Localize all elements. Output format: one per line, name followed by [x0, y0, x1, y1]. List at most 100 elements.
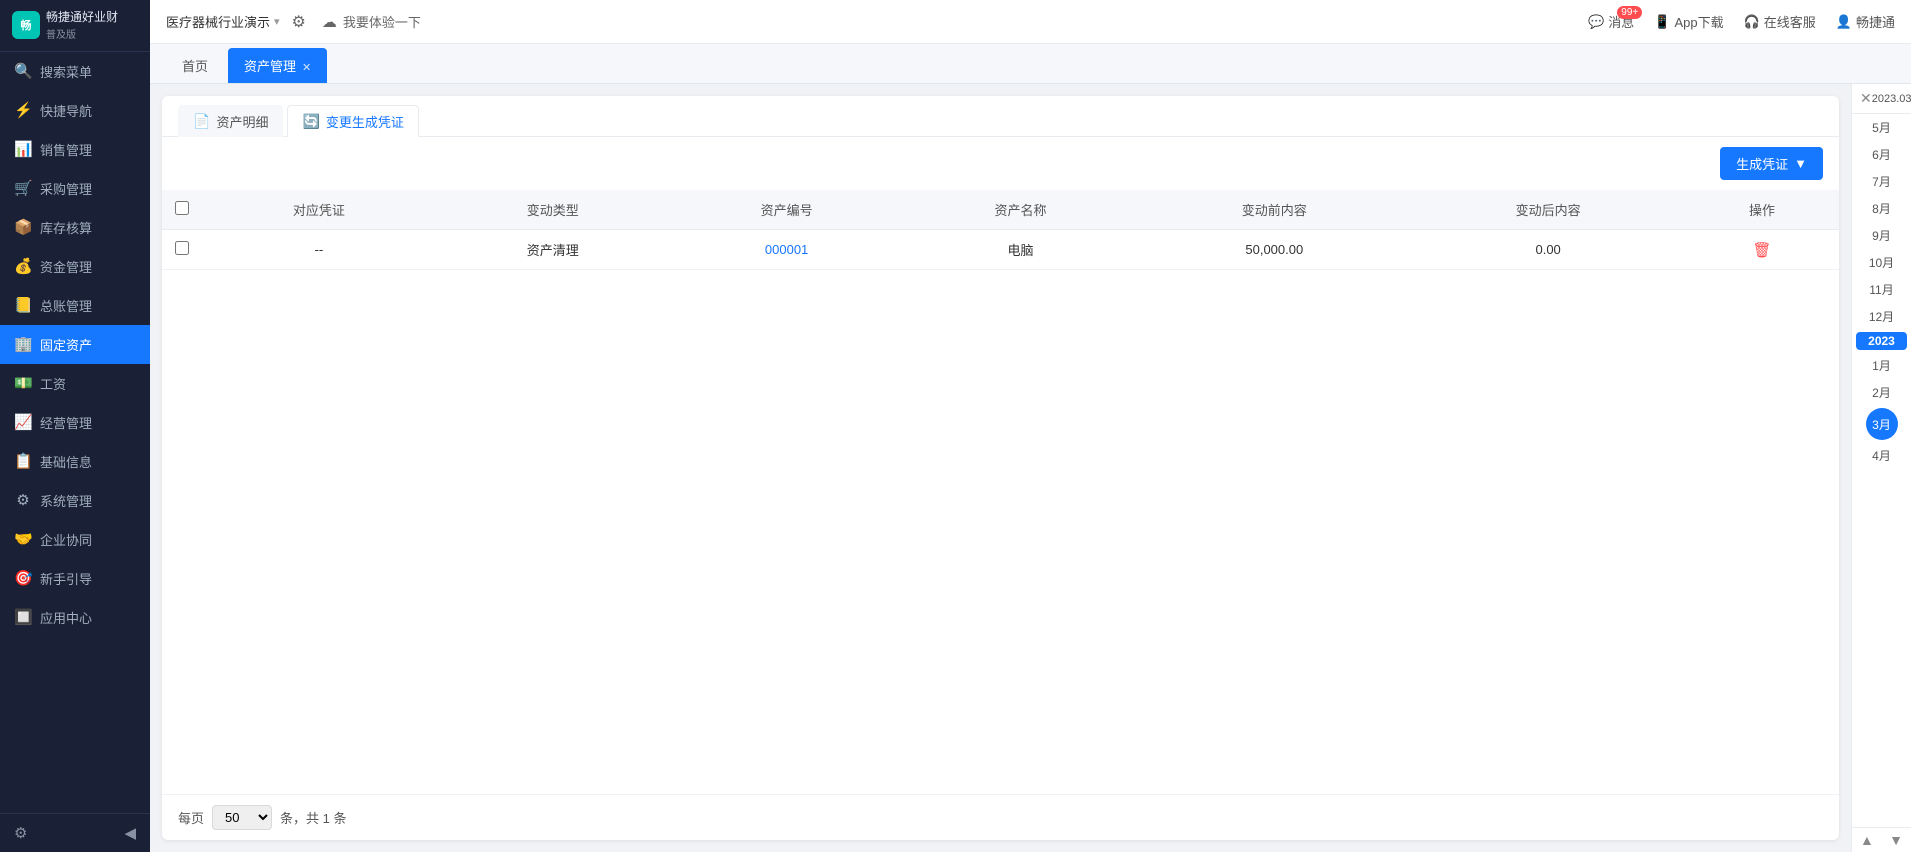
th-asset-name: 资产名称: [904, 190, 1138, 230]
ledger-icon: 📒: [14, 296, 32, 314]
tab-label: 首页: [182, 59, 208, 74]
tab-label: 资产管理: [244, 59, 296, 74]
sidebar-logo: 畅 畅捷通好业财 普及版: [0, 0, 150, 52]
month-item[interactable]: 5月: [1852, 114, 1911, 141]
row-action: 🗑: [1685, 230, 1839, 270]
sidebar-item-inventory[interactable]: 📦库存核算: [0, 208, 150, 247]
month-item[interactable]: 4月: [1852, 442, 1911, 469]
th-checkbox: [162, 190, 202, 230]
sub-tab-asset-detail[interactable]: 📄资产明细: [178, 105, 283, 137]
topbar-right: 💬 消息 99+ 📱 App下载 🎧 在线客服 👤 畅捷通: [1588, 12, 1895, 31]
delete-button[interactable]: 🗑: [1753, 241, 1772, 259]
table-container: 对应凭证 变动类型 资产编号 资产名称 变动前内容 变动后内容 操作 -- 资产…: [162, 190, 1839, 794]
messages-badge: 99+: [1617, 6, 1642, 19]
messages-button[interactable]: 💬 消息 99+: [1588, 12, 1634, 31]
row-checkbox-cell: [162, 230, 202, 270]
payroll-icon: 💵: [14, 374, 32, 392]
month-item[interactable]: 2月: [1852, 379, 1911, 406]
total-label: 条，共 1 条: [280, 808, 346, 827]
month-item[interactable]: 8月: [1852, 195, 1911, 222]
quicknav-icon: ⚡: [14, 101, 32, 119]
per-page-select[interactable]: 102050100: [212, 805, 272, 830]
purchase-icon: 🛒: [14, 179, 32, 197]
month-item[interactable]: 3月: [1866, 408, 1898, 440]
sidebar-item-guide[interactable]: 🎯新手引导: [0, 559, 150, 598]
sidebar-item-payroll[interactable]: 💵工资: [0, 364, 150, 403]
funds-icon: 💰: [14, 257, 32, 275]
cloud-icon: ☁: [322, 13, 337, 31]
settings-icon[interactable]: ⚙: [14, 824, 27, 842]
support-icon: 🎧: [1744, 14, 1760, 30]
sales-icon: 📊: [14, 140, 32, 158]
sidebar-item-label: 固定资产: [40, 335, 92, 354]
th-after-change: 变动后内容: [1411, 190, 1685, 230]
row-asset-name: 电脑: [904, 230, 1138, 270]
table-header-row: 对应凭证 变动类型 资产编号 资产名称 变动前内容 变动后内容 操作: [162, 190, 1839, 230]
right-panel-close-icon[interactable]: ✕: [1860, 90, 1872, 107]
month-item[interactable]: 1月: [1852, 352, 1911, 379]
app-logo-text: 畅捷通好业财 普及版: [46, 10, 118, 41]
row-checkbox[interactable]: [175, 241, 189, 255]
sidebar-item-label: 应用中心: [40, 608, 92, 627]
support-button[interactable]: 🎧 在线客服: [1744, 12, 1816, 31]
change-voucher-table: 对应凭证 变动类型 资产编号 资产名称 变动前内容 变动后内容 操作 -- 资产…: [162, 190, 1839, 270]
experience-button[interactable]: ☁ 我要体验一下: [322, 12, 421, 31]
year-marker[interactable]: 2023: [1856, 332, 1907, 350]
sidebar-item-label: 采购管理: [40, 179, 92, 198]
app-download-button[interactable]: 📱 App下载: [1654, 12, 1723, 31]
month-item[interactable]: 7月: [1852, 168, 1911, 195]
sidebar-item-ledger[interactable]: 📒 总账管理: [0, 286, 150, 325]
sidebar-item-system[interactable]: ⚙系统管理: [0, 481, 150, 520]
search-icon: 🔍: [14, 62, 32, 80]
tab-asset-management[interactable]: 资产管理 ✕: [228, 48, 327, 83]
sidebar-item-fixed-assets[interactable]: 🏢固定资产: [0, 325, 150, 364]
topbar-settings-icon[interactable]: ⚙: [292, 12, 306, 32]
generate-voucher-button[interactable]: 生成凭证 ▼: [1720, 147, 1823, 180]
month-item[interactable]: 11月: [1852, 276, 1911, 303]
basic-info-icon: 📋: [14, 452, 32, 470]
generate-voucher-label: 生成凭证: [1736, 154, 1788, 173]
change-voucher-icon: 🔄: [302, 113, 319, 130]
sidebar-item-purchase[interactable]: 🛒 采购管理: [0, 169, 150, 208]
sidebar-item-label: 资金管理: [40, 257, 92, 276]
generate-voucher-arrow: ▼: [1794, 156, 1807, 171]
nav-down-arrow[interactable]: ▼: [1889, 832, 1903, 848]
month-item[interactable]: 6月: [1852, 141, 1911, 168]
sidebar-item-label: 总账管理: [40, 296, 92, 315]
right-panel-nav: ▲ ▼: [1852, 827, 1911, 852]
select-all-checkbox[interactable]: [175, 201, 189, 215]
company-selector[interactable]: 医疗器械行业演示 ▾: [166, 12, 280, 31]
sidebar-item-enterprise[interactable]: 🤝企业协同: [0, 520, 150, 559]
tab-home[interactable]: 首页: [166, 48, 224, 83]
app-download-icon: 📱: [1654, 14, 1670, 30]
sidebar-item-operations[interactable]: 📈经营管理: [0, 403, 150, 442]
sidebar-item-label: 销售管理: [40, 140, 92, 159]
app-download-label: App下载: [1674, 12, 1723, 31]
month-item[interactable]: 12月: [1852, 303, 1911, 330]
sidebar-item-search[interactable]: 🔍搜索菜单: [0, 52, 150, 91]
collapse-icon[interactable]: ◀: [124, 824, 136, 842]
right-panel-months: 5月6月7月8月9月10月11月12月 2023 1月2月3月4月: [1852, 114, 1911, 827]
user-avatar: 👤: [1836, 14, 1852, 30]
app-logo-icon: 畅: [12, 11, 40, 39]
per-page-label: 每页: [178, 808, 204, 827]
user-menu[interactable]: 👤 畅捷通: [1836, 12, 1895, 31]
nav-up-arrow[interactable]: ▲: [1860, 832, 1874, 848]
sub-tab-label: 资产明细: [216, 112, 268, 131]
sidebar-item-label: 新手引导: [40, 569, 92, 588]
sidebar-item-sales[interactable]: 📊 销售管理: [0, 130, 150, 169]
sidebar-nav: 🔍搜索菜单⚡快捷导航 📊 销售管理 🛒 采购管理 📦库存核算 💰 资金管理 📒 总账管理 🏢固定资产…: [0, 52, 150, 813]
tab-close-icon[interactable]: ✕: [302, 62, 311, 74]
sidebar-item-app-center[interactable]: 🔲应用中心: [0, 598, 150, 637]
sidebar-item-funds[interactable]: 💰 资金管理: [0, 247, 150, 286]
sidebar-item-basic-info[interactable]: 📋基础信息: [0, 442, 150, 481]
topbar: 医疗器械行业演示 ▾ ⚙ ☁ 我要体验一下 💬 消息 99+ 📱 App下载 🎧…: [150, 0, 1911, 44]
month-item[interactable]: 10月: [1852, 249, 1911, 276]
month-item[interactable]: 9月: [1852, 222, 1911, 249]
th-voucher: 对应凭证: [202, 190, 436, 230]
sidebar-item-quicknav[interactable]: ⚡快捷导航: [0, 91, 150, 130]
page-content: 📄资产明细🔄变更生成凭证 生成凭证 ▼ 对应凭证: [150, 84, 1911, 852]
right-panel-year-label: 2023.03: [1872, 93, 1911, 105]
sub-tab-change-voucher[interactable]: 🔄变更生成凭证: [287, 105, 418, 137]
tabbar: 首页 资产管理 ✕: [150, 44, 1911, 84]
